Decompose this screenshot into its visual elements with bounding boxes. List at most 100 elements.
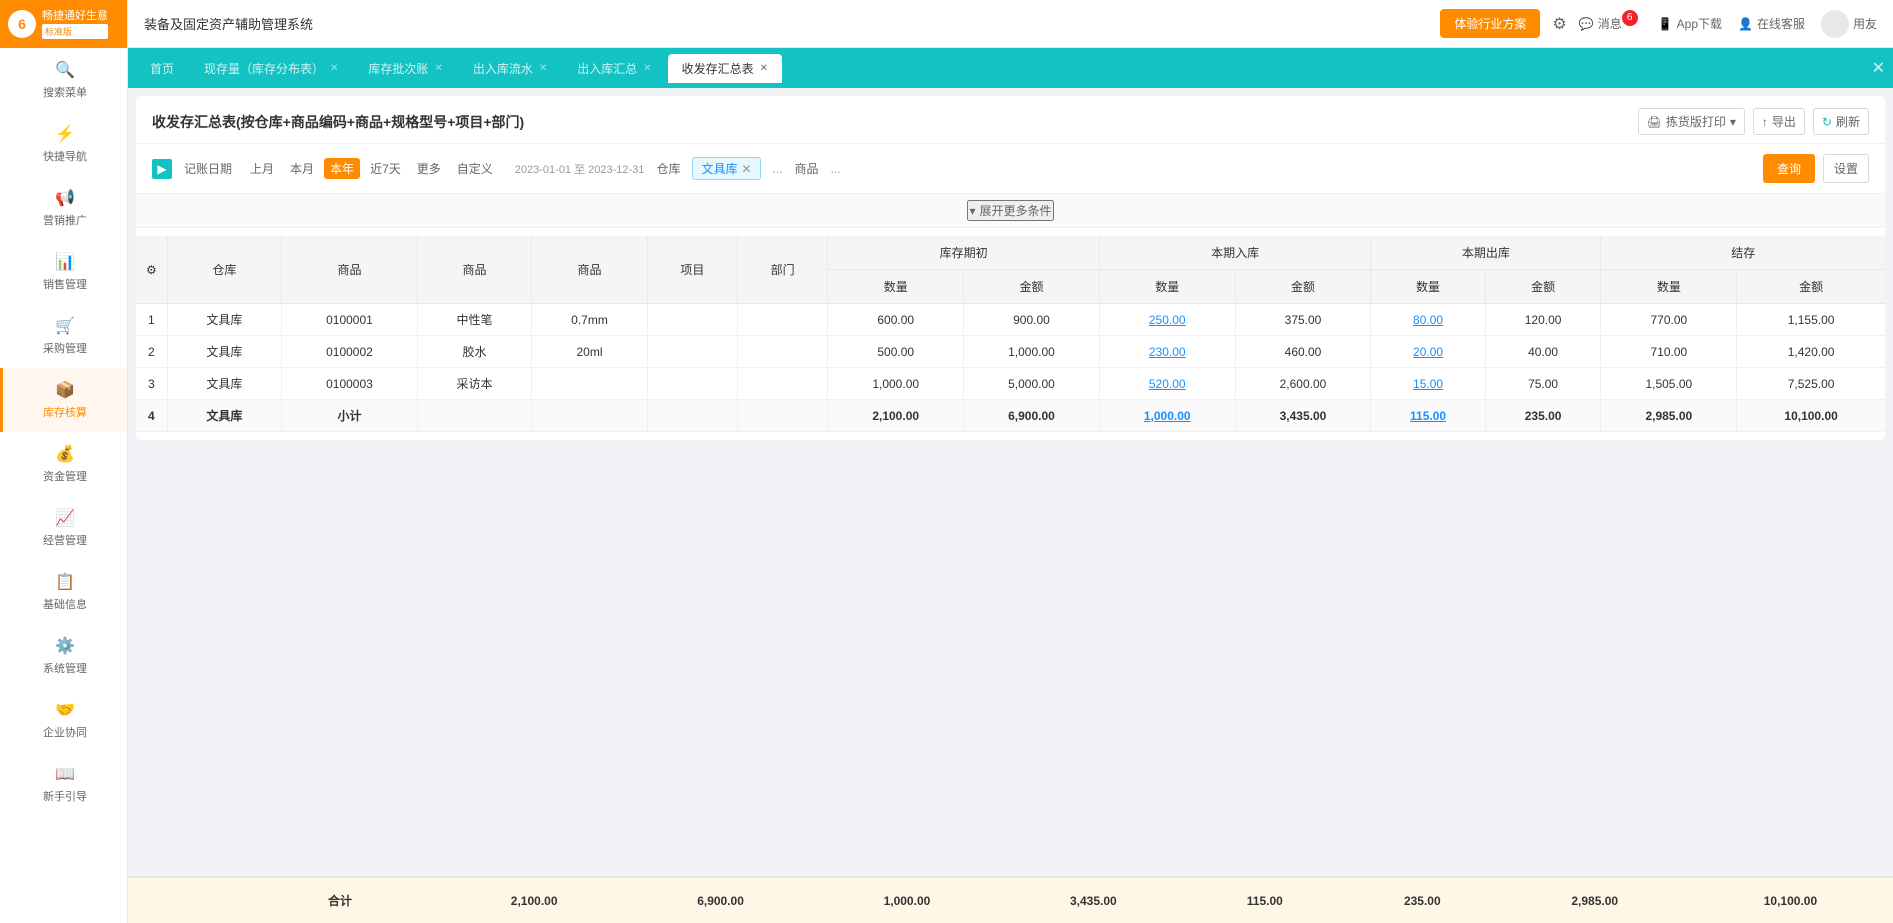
row3-in-amount: 2,600.00 xyxy=(1235,368,1371,400)
tab-stock-dist[interactable]: 现存量（库存分布表） ✕ xyxy=(190,54,352,83)
row2-in-amount: 460.00 xyxy=(1235,336,1371,368)
tab-recv-send-summary[interactable]: 收发存汇总表 ✕ xyxy=(668,54,782,83)
row1-index: 1 xyxy=(136,304,167,336)
sidebar-item-operation[interactable]: 📈 经营管理 xyxy=(0,496,127,560)
sidebar-label-inventory: 库存核算 xyxy=(43,404,87,420)
col-opening-amount: 金额 xyxy=(964,270,1100,304)
subtotal-warehouse: 文具库 xyxy=(167,400,281,432)
subtotal-in-qty[interactable]: 1,000.00 xyxy=(1099,400,1235,432)
subtotal-label: 小计 xyxy=(282,400,418,432)
row1-out-amount: 120.00 xyxy=(1485,304,1601,336)
table-row: 1 文具库 0100001 中性笔 0.7mm 600.00 900.00 25… xyxy=(136,304,1885,336)
row2-project xyxy=(647,336,737,368)
header-actions: 💬 消息 6 📱 App下载 👤 在线客服 用友 xyxy=(1579,10,1877,38)
user-label: 用友 xyxy=(1853,15,1877,32)
expand-bar: ▾ 展开更多条件 xyxy=(136,194,1885,228)
date-last-month-button[interactable]: 上月 xyxy=(244,158,280,179)
sidebar-item-quicknav[interactable]: ⚡ 快捷导航 xyxy=(0,112,127,176)
sidebar-item-basic[interactable]: 📋 基础信息 xyxy=(0,560,127,624)
sidebar-item-finance[interactable]: 💰 资金管理 xyxy=(0,432,127,496)
sidebar-item-purchase[interactable]: 🛒 采购管理 xyxy=(0,304,127,368)
tab-batch-account[interactable]: 库存批次账 ✕ xyxy=(354,54,456,83)
settings-gear-icon[interactable]: ⚙ xyxy=(1552,14,1566,34)
col-closing-group: 结存 xyxy=(1601,236,1885,270)
row2-closing-amount: 1,420.00 xyxy=(1737,336,1885,368)
filter-settings-button[interactable]: 设置 xyxy=(1823,154,1869,183)
app-download-label: App下载 xyxy=(1677,15,1722,32)
row3-project xyxy=(647,368,737,400)
sidebar-item-newbie[interactable]: 📖 新手引导 xyxy=(0,752,127,816)
expand-label: 展开更多条件 xyxy=(980,202,1052,219)
row2-out-qty[interactable]: 20.00 xyxy=(1371,336,1485,368)
total-out-qty: 115.00 xyxy=(1187,886,1344,915)
total-in-amount: 3,435.00 xyxy=(1000,886,1186,915)
filter-toggle-button[interactable]: ▶ xyxy=(152,159,172,179)
tab-batch-account-close[interactable]: ✕ xyxy=(434,63,442,74)
warehouse-more-button[interactable]: ... xyxy=(773,162,783,176)
table-row: 3 文具库 0100003 采访本 1,000.00 5,000.00 520.… xyxy=(136,368,1885,400)
warehouse-tag-close-icon[interactable]: ✕ xyxy=(741,162,751,176)
subtotal-out-qty[interactable]: 115.00 xyxy=(1371,400,1485,432)
row1-in-qty[interactable]: 250.00 xyxy=(1099,304,1235,336)
tab-in-out-flow[interactable]: 出入库流水 ✕ xyxy=(459,54,561,83)
row3-out-qty[interactable]: 15.00 xyxy=(1371,368,1485,400)
sidebar-item-system[interactable]: ⚙️ 系统管理 xyxy=(0,624,127,688)
goods-filter-label: 商品 xyxy=(795,160,819,177)
tab-bar-close-button[interactable]: ✕ xyxy=(1872,58,1885,78)
filter-bar: ▶ 记账日期 上月 本月 本年 近7天 更多 自定义 2023-01-01 至 … xyxy=(136,144,1885,194)
total-opening-qty: 2,100.00 xyxy=(441,886,627,915)
date-custom-button[interactable]: 自定义 xyxy=(451,158,499,179)
tab-in-out-summary[interactable]: 出入库汇总 ✕ xyxy=(563,54,665,83)
goods-more-button[interactable]: ... xyxy=(831,162,841,176)
row1-warehouse: 文具库 xyxy=(167,304,281,336)
messages-button[interactable]: 💬 消息 6 xyxy=(1579,15,1642,32)
user-menu[interactable]: 用友 xyxy=(1821,10,1877,38)
operation-icon: 📈 xyxy=(55,508,75,528)
row2-in-qty[interactable]: 230.00 xyxy=(1099,336,1235,368)
tab-in-out-summary-close[interactable]: ✕ xyxy=(643,63,651,74)
date-this-month-button[interactable]: 本月 xyxy=(284,158,320,179)
row3-in-qty[interactable]: 520.00 xyxy=(1099,368,1235,400)
tab-stock-dist-close[interactable]: ✕ xyxy=(330,63,338,74)
refresh-button[interactable]: ↻ 刷新 xyxy=(1813,108,1869,135)
subtotal-opening-qty: 2,100.00 xyxy=(828,400,964,432)
subtotal-empty1 xyxy=(417,400,531,432)
col-in-amount: 金额 xyxy=(1235,270,1371,304)
col-in-group: 本期入库 xyxy=(1099,236,1371,270)
print-button[interactable]: 🖨 拣货版打印 ▾ xyxy=(1638,108,1745,135)
try-industry-button[interactable]: 体验行业方案 xyxy=(1440,9,1540,38)
export-button[interactable]: ↑ 导出 xyxy=(1753,108,1805,135)
tab-in-out-flow-close[interactable]: ✕ xyxy=(539,63,547,74)
row1-out-qty[interactable]: 80.00 xyxy=(1371,304,1485,336)
sidebar: 6 畅捷通好生意 标准版 🔍 搜索菜单 ⚡ 快捷导航 📢 营销推广 📊 销售管理… xyxy=(0,0,128,923)
col-settings[interactable]: ⚙ xyxy=(136,236,167,304)
query-button[interactable]: 查询 xyxy=(1763,154,1815,183)
online-service-button[interactable]: 👤 在线客服 xyxy=(1738,15,1805,32)
sidebar-item-enterprise[interactable]: 🤝 企业协同 xyxy=(0,688,127,752)
date-this-year-button[interactable]: 本年 xyxy=(324,158,360,179)
date-7days-button[interactable]: 近7天 xyxy=(364,158,407,179)
subtotal-empty2 xyxy=(532,400,648,432)
table-container: ⚙ 仓库 商品 商品 商品 项目 部门 库存期初 本期入库 本期出库 结存 xyxy=(136,228,1885,440)
sidebar-item-marketing[interactable]: 📢 营销推广 xyxy=(0,176,127,240)
expand-down-icon: ▾ xyxy=(969,204,975,218)
col-closing-amount: 金额 xyxy=(1737,270,1885,304)
sidebar-item-sales[interactable]: 📊 销售管理 xyxy=(0,240,127,304)
row3-out-amount: 75.00 xyxy=(1485,368,1601,400)
col-project: 项目 xyxy=(647,236,737,304)
export-icon: ↑ xyxy=(1762,115,1768,129)
sales-icon: 📊 xyxy=(55,252,75,272)
tab-home[interactable]: 首页 xyxy=(136,54,188,83)
expand-more-button[interactable]: ▾ 展开更多条件 xyxy=(967,200,1053,221)
tab-recv-send-summary-close[interactable]: ✕ xyxy=(760,63,768,74)
refresh-icon: ↻ xyxy=(1822,115,1832,129)
sidebar-label-system: 系统管理 xyxy=(43,660,87,676)
sidebar-item-search[interactable]: 🔍 搜索菜单 xyxy=(0,48,127,112)
sidebar-label-newbie: 新手引导 xyxy=(43,788,87,804)
print-label: 拣货版打印 xyxy=(1666,113,1726,130)
row3-index: 3 xyxy=(136,368,167,400)
date-more-button[interactable]: 更多 xyxy=(411,158,447,179)
app-download-button[interactable]: 📱 App下载 xyxy=(1658,15,1722,32)
row3-opening-qty: 1,000.00 xyxy=(828,368,964,400)
sidebar-item-inventory[interactable]: 📦 库存核算 xyxy=(0,368,127,432)
